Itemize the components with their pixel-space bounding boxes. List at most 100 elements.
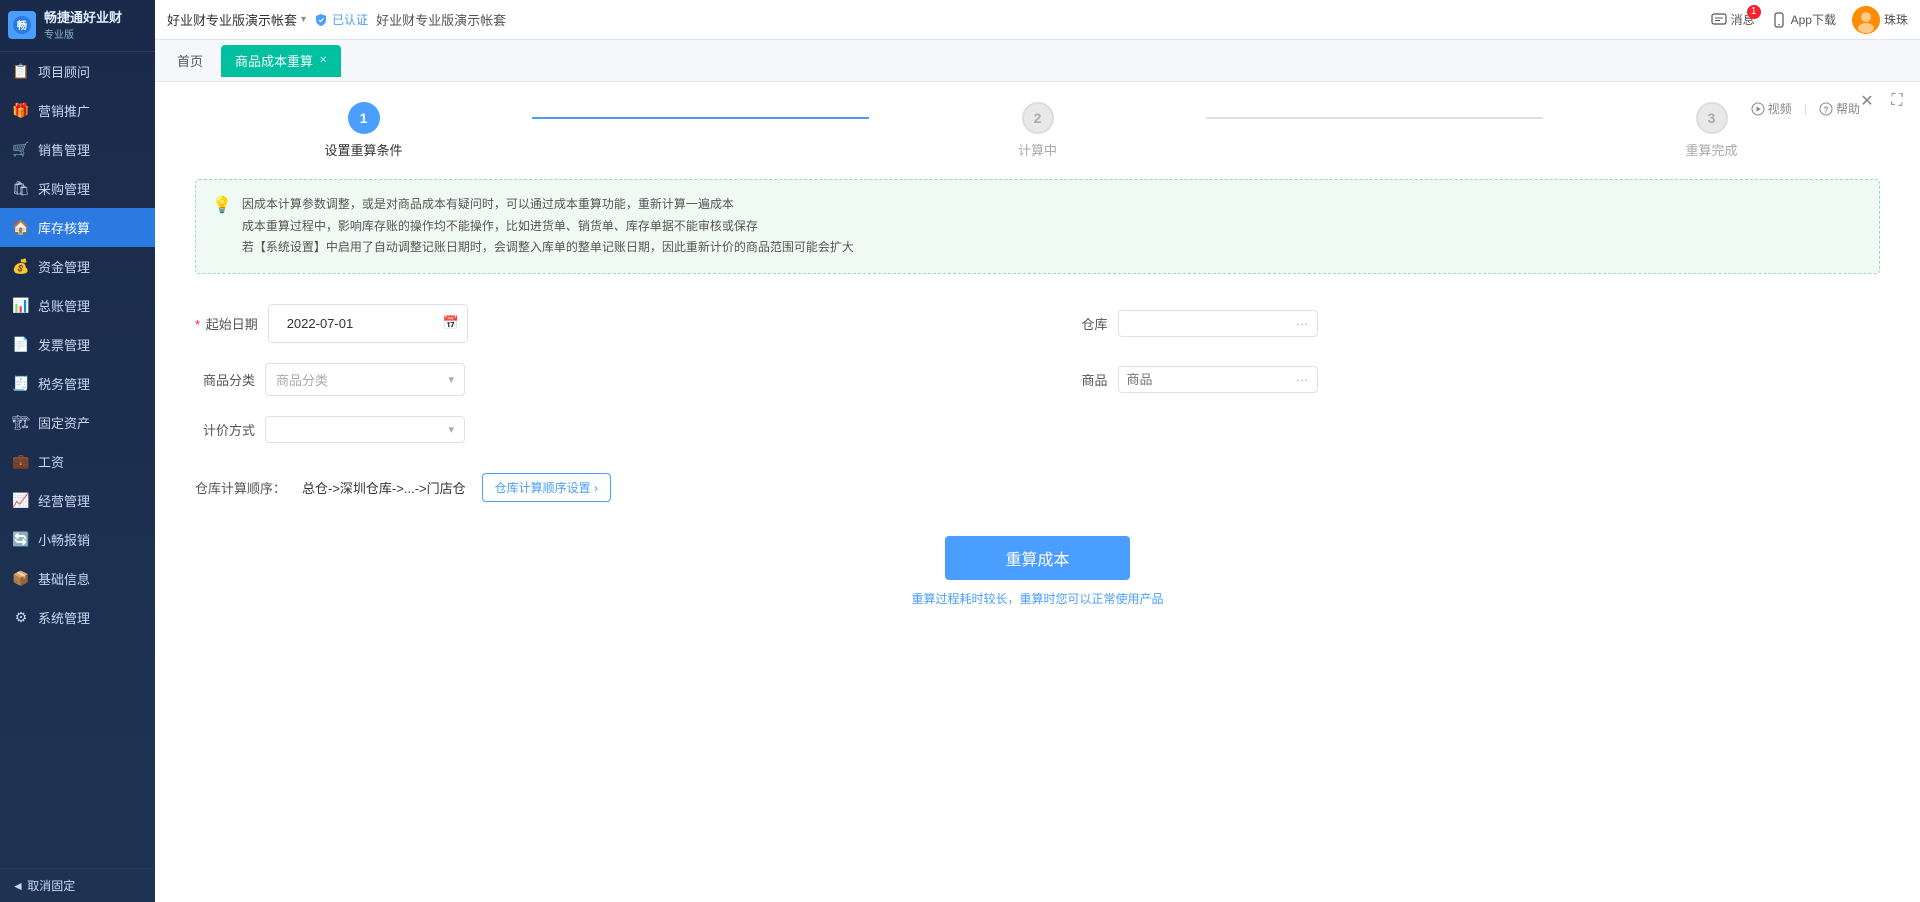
sidebar-item-tax[interactable]: 🧾 税务管理	[0, 364, 155, 403]
goods-label: 商品	[1048, 370, 1108, 389]
step-1-circle: 1	[348, 102, 380, 134]
step-line-1	[532, 117, 869, 119]
payroll-icon: 💼	[12, 453, 30, 470]
sidebar-item-operations[interactable]: 📈 经营管理	[0, 481, 155, 520]
app-logo: 畅	[8, 11, 36, 39]
start-date-input[interactable]	[277, 310, 439, 337]
category-label: 商品分类	[195, 370, 255, 389]
sidebar-item-invoice[interactable]: 📄 发票管理	[0, 325, 155, 364]
warehouse-order-label: 仓库计算顺序：	[195, 478, 286, 497]
sidebar-item-finance[interactable]: 💰 资金管理	[0, 247, 155, 286]
main-wrapper: 好业财专业版演示帐套 ▾ 已认证 好业财专业版演示帐套 消息 1 App下载 珠…	[155, 0, 1920, 902]
tax-icon: 🧾	[12, 375, 30, 392]
warehouse-group: 仓库 ···	[1048, 310, 1881, 337]
operations-icon: 📈	[12, 492, 30, 509]
content-area: ✕ ⛶ 视频 | ? 帮助 1 设置重算条件	[155, 82, 1920, 902]
message-icon	[1711, 12, 1727, 28]
inventory-icon: 🏠	[12, 219, 30, 236]
goods-input-wrapper[interactable]: ···	[1118, 366, 1318, 393]
sidebar-header: 畅 畅捷通好业财 专业版	[0, 0, 155, 52]
account-name: 好业财专业版演示帐套	[376, 10, 506, 29]
system-icon: ⚙	[12, 609, 30, 626]
pricing-group: 计价方式 ▾	[195, 416, 1028, 443]
sidebar-item-purchase[interactable]: 🛍 采购管理	[0, 169, 155, 208]
sales-icon: 🛒	[12, 141, 30, 158]
user-avatar	[1852, 6, 1880, 34]
assets-icon: 🏗	[12, 414, 30, 431]
phone-icon	[1771, 12, 1787, 28]
goods-dots-icon[interactable]: ···	[1296, 372, 1309, 387]
sidebar-item-basic[interactable]: 📦 基础信息	[0, 559, 155, 598]
invoice-icon: 📄	[12, 336, 30, 353]
sidebar-item-sales[interactable]: 🛒 销售管理	[0, 130, 155, 169]
tabbar: 首页 商品成本重算 ✕	[155, 40, 1920, 82]
tab-home[interactable]: 首页	[163, 45, 217, 77]
calendar-icon[interactable]: 📅	[443, 315, 459, 331]
pricing-label: 计价方式	[195, 420, 255, 439]
accounting-icon: 📊	[12, 297, 30, 314]
marketing-icon: 🎁	[12, 102, 30, 119]
start-date-input-wrapper[interactable]: 📅	[268, 304, 468, 343]
sidebar-item-inventory[interactable]: 🏠 库存核算	[0, 208, 155, 247]
sidebar-nav: 📋 项目顾问 🎁 营销推广 🛒 销售管理 🛍 采购管理 🏠 库存核算 💰 资金管…	[0, 52, 155, 868]
category-select[interactable]: 商品分类 ▾	[265, 363, 465, 396]
form-row-2: 商品分类 商品分类 ▾ 商品 ···	[195, 363, 1880, 396]
sidebar-unpin-button[interactable]: ◄ 取消固定	[0, 868, 155, 902]
sidebar-item-assets[interactable]: 🏗 固定资产	[0, 403, 155, 442]
warehouse-input[interactable]	[1127, 316, 1292, 331]
step-line-2	[1206, 117, 1543, 119]
step-1-label: 设置重算条件	[324, 140, 402, 159]
pricing-dropdown-icon: ▾	[448, 423, 454, 436]
warehouse-order-value: 总仓->深圳仓库->...->门店仓	[302, 478, 466, 497]
app-edition: 专业版	[44, 26, 122, 41]
sidebar-item-system[interactable]: ⚙ 系统管理	[0, 598, 155, 637]
step-3: 3 重算完成	[1543, 102, 1880, 159]
sidebar-item-marketing[interactable]: 🎁 营销推广	[0, 91, 155, 130]
step-3-label: 重算完成	[1685, 140, 1737, 159]
svg-text:畅: 畅	[17, 19, 27, 32]
start-date-group: * 起始日期 📅	[195, 304, 1028, 343]
step-1: 1 设置重算条件	[195, 102, 532, 159]
warehouse-dots-icon[interactable]: ···	[1296, 316, 1309, 331]
form-row-3: 计价方式 ▾	[195, 416, 1880, 443]
step-2: 2 计算中	[869, 102, 1206, 159]
step-2-label: 计算中	[1018, 140, 1057, 159]
sidebar-item-expense[interactable]: 🔄 小畅报销	[0, 520, 155, 559]
tab-recalc[interactable]: 商品成本重算 ✕	[221, 45, 341, 77]
stepper: 1 设置重算条件 2 计算中 3 重算完成	[155, 82, 1920, 169]
topbar-right: 消息 1 App下载 珠珠	[1711, 6, 1908, 34]
start-date-label: * 起始日期	[195, 314, 258, 333]
tab-recalc-close-icon[interactable]: ✕	[319, 55, 327, 66]
message-badge: 1	[1747, 5, 1761, 19]
project-icon: 📋	[12, 63, 30, 80]
goods-input[interactable]	[1127, 372, 1292, 387]
messages-button[interactable]: 消息 1	[1711, 11, 1755, 28]
sidebar-item-accounting[interactable]: 📊 总账管理	[0, 286, 155, 325]
step-3-circle: 3	[1696, 102, 1728, 134]
sidebar-item-project[interactable]: 📋 项目顾问	[0, 52, 155, 91]
account-chevron-icon: ▾	[301, 14, 306, 25]
category-dropdown-icon: ▾	[448, 373, 454, 386]
pricing-select[interactable]: ▾	[265, 416, 465, 443]
app-download-button[interactable]: App下载	[1771, 11, 1836, 28]
form-row-1: * 起始日期 📅 仓库 ···	[195, 304, 1880, 343]
warehouse-order-row: 仓库计算顺序： 总仓->深圳仓库->...->门店仓 仓库计算顺序设置 ›	[155, 473, 1920, 502]
basic-icon: 📦	[12, 570, 30, 587]
warehouse-label: 仓库	[1048, 314, 1108, 333]
goods-group: 商品 ···	[1048, 366, 1881, 393]
info-text: 因成本计算参数调整，或是对商品成本有疑问时，可以通过成本重算功能，重新计算一遍成…	[242, 194, 854, 259]
topbar: 好业财专业版演示帐套 ▾ 已认证 好业财专业版演示帐套 消息 1 App下载 珠…	[155, 0, 1920, 40]
sidebar: 畅 畅捷通好业财 专业版 📋 项目顾问 🎁 营销推广 🛒 销售管理 🛍 采购管理…	[0, 0, 155, 902]
user-profile-button[interactable]: 珠珠	[1852, 6, 1908, 34]
recalc-note: 重算过程耗时较长，重算时您可以正常使用产品	[911, 590, 1163, 607]
purchase-icon: 🛍	[12, 180, 30, 197]
recalc-button[interactable]: 重算成本	[945, 536, 1129, 580]
account-selector[interactable]: 好业财专业版演示帐套 ▾	[167, 10, 306, 29]
expense-icon: 🔄	[12, 531, 30, 548]
sidebar-item-payroll[interactable]: 💼 工资	[0, 442, 155, 481]
info-bulb-icon: 💡	[212, 195, 232, 259]
warehouse-order-settings-button[interactable]: 仓库计算顺序设置 ›	[482, 473, 611, 502]
info-box: 💡 因成本计算参数调整，或是对商品成本有疑问时，可以通过成本重算功能，重新计算一…	[195, 179, 1880, 274]
app-name: 畅捷通好业财	[44, 10, 122, 26]
warehouse-input-wrapper[interactable]: ···	[1118, 310, 1318, 337]
